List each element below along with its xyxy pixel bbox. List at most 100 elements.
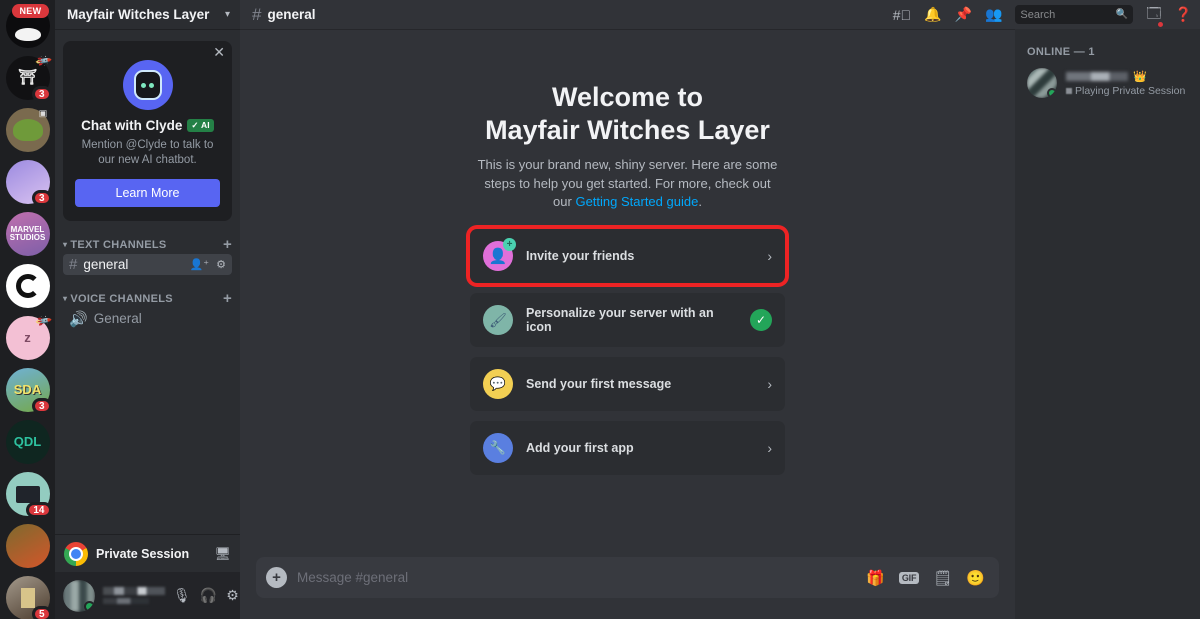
avatar[interactable]	[63, 580, 95, 612]
welcome-heading: Welcome to Mayfair Witches Layer	[485, 81, 770, 147]
server-item-7[interactable]: SDA 3	[6, 368, 50, 412]
activity-square-icon	[1066, 88, 1072, 94]
plus-badge-icon: +	[503, 238, 516, 251]
server-item-9[interactable]: 14	[6, 472, 50, 516]
server-icon-food[interactable]	[6, 524, 50, 568]
server-icon-qdl[interactable]: QDL	[6, 420, 50, 464]
add-channel-button[interactable]: +	[223, 291, 232, 306]
threads-icon[interactable]: #⃞	[893, 7, 911, 23]
user-panel[interactable]: 🎙 🎧 ⚙	[55, 572, 240, 619]
chevron-right-icon: ›	[767, 440, 772, 456]
chat-body-row: Welcome to Mayfair Witches Layer This is…	[240, 29, 1200, 619]
step-personalize-server[interactable]: 🖌 Personalize your server with an icon ✓	[470, 293, 785, 347]
sidebar-channel-general[interactable]: # general 👤⁺ ⚙	[63, 254, 232, 275]
inbox-icon[interactable]: 🗔	[1146, 3, 1161, 27]
clyde-title-row: Chat with Clyde ✓ AI	[75, 118, 220, 133]
gif-icon[interactable]: GIF	[899, 572, 919, 584]
server-item-3[interactable]: 3	[6, 160, 50, 204]
close-icon[interactable]: ✕	[213, 45, 225, 59]
help-icon[interactable]: ❓	[1175, 6, 1192, 23]
composer-icons: 🎁 GIF 🗒 🙂	[866, 569, 985, 587]
screen-share-icon[interactable]: 🖥	[214, 546, 231, 562]
composer-inner[interactable]: + Message #general 🎁 GIF 🗒 🙂	[256, 557, 999, 598]
server-item-1[interactable]: ⛩ 🚀 3	[6, 56, 50, 100]
chevron-right-icon: ›	[767, 376, 772, 392]
message-input-placeholder[interactable]: Message #general	[297, 570, 856, 585]
hash-icon: #	[69, 256, 77, 273]
learn-more-button[interactable]: Learn More	[75, 179, 220, 207]
discord-app: NEW ⛩ 🚀 3 ▣ 3 MARVEL STUDIOS	[0, 0, 1200, 619]
server-header-dropdown[interactable]: Mayfair Witches Layer ▾	[55, 0, 240, 29]
add-attachment-button[interactable]: +	[266, 567, 287, 588]
channel-sidebar: Mayfair Witches Layer ▾ ✕ Chat with Clyd…	[55, 0, 240, 619]
category-text-channels[interactable]: ▾ TEXT CHANNELS +	[63, 237, 232, 252]
clyde-promo-card: ✕ Chat with Clyde ✓ AI Mention @Clyde to…	[63, 41, 232, 221]
activity-label: Private Session	[96, 547, 206, 561]
welcome-description: This is your brand new, shiny server. He…	[475, 156, 780, 213]
welcome-description-end: .	[698, 194, 702, 209]
step-send-first-message[interactable]: 💬 Send your first message ›	[470, 357, 785, 411]
settings-gear-icon[interactable]: ⚙	[216, 258, 226, 271]
channel-label: general	[83, 257, 183, 272]
ai-badge: ✓ AI	[187, 119, 213, 132]
server-icon-label: SDA	[14, 383, 41, 397]
server-item-5[interactable]	[6, 264, 50, 308]
clyde-title: Chat with Clyde	[81, 118, 182, 133]
topbar-actions: #⃞ 🔔 📌 👥 Search 🔍 🗔 ❓	[893, 3, 1192, 27]
send-message-icon: 💬	[483, 369, 513, 399]
search-icon: 🔍	[1116, 9, 1128, 20]
server-item-10[interactable]	[6, 524, 50, 568]
server-item-8[interactable]: QDL	[6, 420, 50, 464]
chevron-down-icon: ▾	[225, 9, 230, 20]
pinned-messages-icon[interactable]: 📌	[955, 6, 972, 23]
chevron-down-icon: ▾	[63, 240, 67, 249]
member-text: 👑 Playing Private Session	[1066, 70, 1188, 97]
user-panel-icons: 🎙 🎧 ⚙	[173, 587, 239, 604]
server-item-4[interactable]: MARVEL STUDIOS	[6, 212, 50, 256]
clyde-avatar	[123, 60, 173, 110]
server-item-0[interactable]: NEW	[6, 4, 50, 48]
chevron-down-icon: ▾	[63, 294, 67, 303]
inbox-unread-dot	[1157, 21, 1164, 28]
calendar-icon: ▣	[36, 106, 51, 121]
server-item-6[interactable]: z 🚀	[6, 316, 50, 360]
user-settings-gear-icon[interactable]: ⚙	[226, 587, 239, 604]
invite-friends-icon: 👤 +	[483, 241, 513, 271]
channel-title: general	[267, 7, 315, 22]
category-voice-channels[interactable]: ▾ VOICE CHANNELS +	[63, 291, 232, 306]
invite-member-icon[interactable]: 👤⁺	[190, 258, 210, 271]
activity-status-panel[interactable]: Private Session 🖥	[55, 534, 240, 572]
notification-bell-icon[interactable]: 🔔	[924, 6, 941, 23]
search-input[interactable]: Search 🔍	[1015, 5, 1133, 24]
channel-topbar: # general #⃞ 🔔 📌 👥 Search 🔍 🗔 ❓	[240, 0, 1200, 29]
member-list-icon[interactable]: 👥	[985, 6, 1002, 23]
welcome-line-1: Welcome to	[485, 81, 770, 114]
server-item-2[interactable]: ▣	[6, 108, 50, 152]
server-item-11[interactable]: 5	[6, 576, 50, 619]
channel-actions: 👤⁺ ⚙	[190, 258, 226, 271]
member-name-blurred	[1066, 72, 1128, 81]
server-icon-white-logo[interactable]	[6, 264, 50, 308]
search-placeholder: Search	[1020, 9, 1112, 21]
add-channel-button[interactable]: +	[223, 237, 232, 252]
message-composer: + Message #general 🎁 GIF 🗒 🙂	[240, 557, 1015, 619]
member-name-row: 👑	[1066, 70, 1188, 83]
step-add-first-app[interactable]: 🔧 Add your first app ›	[470, 421, 785, 475]
step-label: Send your first message	[526, 377, 754, 391]
microphone-icon[interactable]: 🎙	[173, 587, 191, 604]
step-label: Invite your friends	[526, 249, 754, 263]
messages-area: Welcome to Mayfair Witches Layer This is…	[240, 29, 1015, 557]
member-list-item[interactable]: 👑 Playing Private Session	[1023, 65, 1192, 101]
avatar	[1027, 68, 1057, 98]
gift-icon[interactable]: 🎁	[866, 569, 885, 587]
category-label: TEXT CHANNELS	[70, 239, 223, 251]
headphones-icon[interactable]: 🎧	[200, 587, 217, 604]
server-icon-marvel-studios[interactable]: MARVEL STUDIOS	[6, 212, 50, 256]
channel-label: General	[94, 311, 226, 326]
step-invite-your-friends[interactable]: 👤 + Invite your friends ›	[470, 229, 785, 283]
sticker-icon[interactable]: 🗒	[933, 569, 952, 587]
clyde-eye-left	[141, 83, 146, 88]
sidebar-channel-general-voice[interactable]: 🔊 General	[63, 308, 232, 329]
emoji-icon[interactable]: 🙂	[966, 569, 985, 587]
getting-started-link[interactable]: Getting Started guide	[575, 194, 698, 209]
